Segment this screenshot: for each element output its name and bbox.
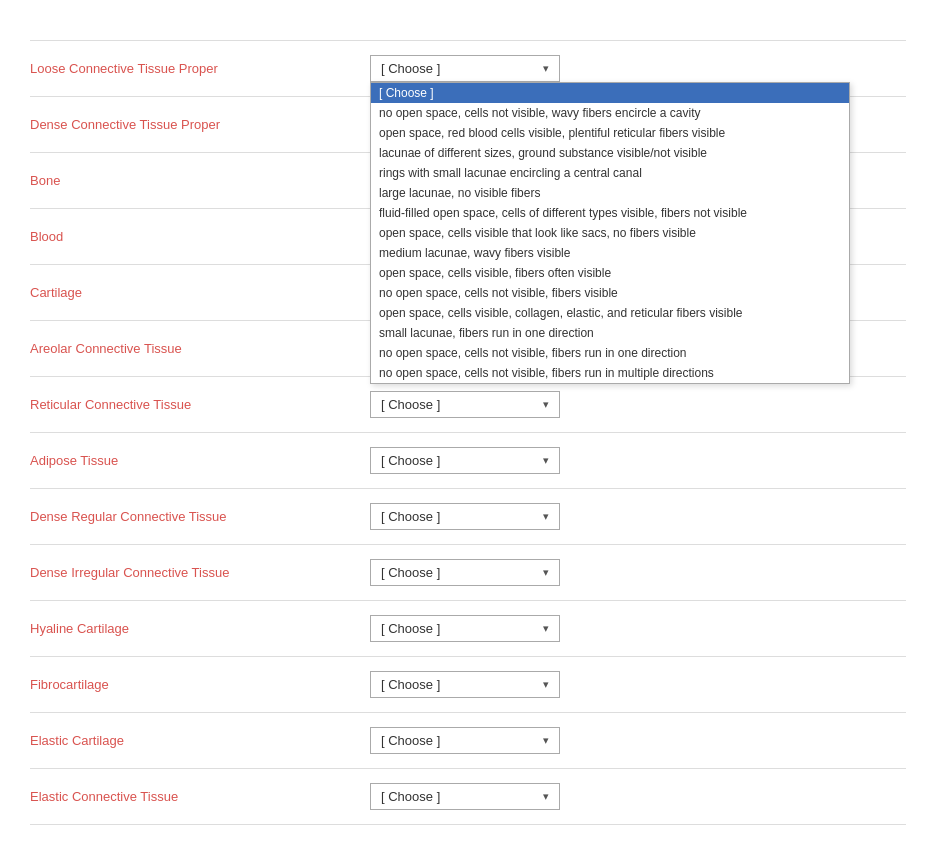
row-label: Elastic Cartilage <box>30 733 370 748</box>
row-label: Adipose Tissue <box>30 453 370 468</box>
dropdown-button-adipose-tissue[interactable]: [ Choose ] ▾ <box>370 447 560 474</box>
dropdown-wrapper: [ Choose ] ▾ <box>370 783 560 810</box>
row-label: Dense Regular Connective Tissue <box>30 509 370 524</box>
row-label: Dense Irregular Connective Tissue <box>30 565 370 580</box>
dropdown-option[interactable]: fluid-filled open space, cells of differ… <box>371 203 849 223</box>
dropdown-option[interactable]: no open space, cells not visible, fibers… <box>371 343 849 363</box>
dropdown-option[interactable]: open space, cells visible, fibers often … <box>371 263 849 283</box>
row-label: Loose Connective Tissue Proper <box>30 61 370 76</box>
match-row: Elastic Connective Tissue [ Choose ] ▾ <box>30 768 906 825</box>
chevron-down-icon: ▾ <box>543 734 549 747</box>
chevron-down-icon: ▾ <box>543 622 549 635</box>
dropdown-selected-text: [ Choose ] <box>381 397 440 412</box>
dropdown-selected-text: [ Choose ] <box>381 509 440 524</box>
dropdown-option[interactable]: medium lacunae, wavy fibers visible <box>371 243 849 263</box>
chevron-down-icon: ▾ <box>543 510 549 523</box>
row-label: Cartilage <box>30 285 370 300</box>
dropdown-selected-text: [ Choose ] <box>381 733 440 748</box>
chevron-down-icon: ▾ <box>543 566 549 579</box>
match-row: Reticular Connective Tissue [ Choose ] ▾ <box>30 376 906 432</box>
dropdown-wrapper: [ Choose ] ▾ <box>370 671 560 698</box>
match-row: Adipose Tissue [ Choose ] ▾ <box>30 432 906 488</box>
dropdown-wrapper: [ Choose ] ▾ <box>370 503 560 530</box>
match-row: Fibrocartilage [ Choose ] ▾ <box>30 656 906 712</box>
dropdown-button-elastic-connective-tissue[interactable]: [ Choose ] ▾ <box>370 783 560 810</box>
dropdown-option[interactable]: no open space, cells not visible, fibers… <box>371 363 849 383</box>
dropdown-option[interactable]: small lacunae, fibers run in one directi… <box>371 323 849 343</box>
dropdown-selected-text: [ Choose ] <box>381 565 440 580</box>
dropdown-wrapper: [ Choose ]▾[ Choose ]no open space, cell… <box>370 55 560 82</box>
dropdown-option[interactable]: large lacunae, no visible fibers <box>371 183 849 203</box>
chevron-down-icon: ▾ <box>543 678 549 691</box>
dropdown-wrapper: [ Choose ] ▾ <box>370 559 560 586</box>
dropdown-selected-text: [ Choose ] <box>381 61 440 76</box>
row-label: Bone <box>30 173 370 188</box>
dropdown-wrapper: [ Choose ] ▾ <box>370 391 560 418</box>
row-label: Elastic Connective Tissue <box>30 789 370 804</box>
chevron-down-icon: ▾ <box>543 62 549 75</box>
dropdown-option[interactable]: rings with small lacunae encircling a ce… <box>371 163 849 183</box>
dropdown-option[interactable]: [ Choose ] <box>371 83 849 103</box>
dropdown-options-list: [ Choose ]no open space, cells not visib… <box>370 82 850 384</box>
dropdown-option[interactable]: open space, red blood cells visible, ple… <box>371 123 849 143</box>
row-label: Blood <box>30 229 370 244</box>
dropdown-option[interactable]: open space, cells visible, collagen, ela… <box>371 303 849 323</box>
row-label: Hyaline Cartilage <box>30 621 370 636</box>
dropdown-option[interactable]: lacunae of different sizes, ground subst… <box>371 143 849 163</box>
match-row: Dense Regular Connective Tissue[ Choose … <box>30 488 906 544</box>
page-container: Loose Connective Tissue Proper[ Choose ]… <box>30 40 906 825</box>
dropdown-selected-text: [ Choose ] <box>381 453 440 468</box>
row-label: Dense Connective Tissue Proper <box>30 117 370 132</box>
match-row: Elastic Cartilage [ Choose ] ▾ <box>30 712 906 768</box>
dropdown-selected-text: [ Choose ] <box>381 621 440 636</box>
dropdown-button-hyaline-cartilage[interactable]: [ Choose ] ▾ <box>370 615 560 642</box>
dropdown-wrapper: [ Choose ] ▾ <box>370 727 560 754</box>
chevron-down-icon: ▾ <box>543 454 549 467</box>
dropdown-wrapper: [ Choose ] ▾ <box>370 615 560 642</box>
dropdown-selected-text: [ Choose ] <box>381 789 440 804</box>
dropdown-option[interactable]: no open space, cells not visible, wavy f… <box>371 103 849 123</box>
dropdown-button-reticular-connective-tissue[interactable]: [ Choose ] ▾ <box>370 391 560 418</box>
dropdown-button-dense-regular-connective-tissue[interactable]: [ Choose ] ▾ <box>370 503 560 530</box>
dropdown-button-loose-connective-tissue-proper[interactable]: [ Choose ] ▾ <box>370 55 560 82</box>
dropdown-button-fibrocartilage[interactable]: [ Choose ] ▾ <box>370 671 560 698</box>
dropdown-wrapper: [ Choose ] ▾ <box>370 447 560 474</box>
row-label: Fibrocartilage <box>30 677 370 692</box>
chevron-down-icon: ▾ <box>543 790 549 803</box>
rows-container: Loose Connective Tissue Proper[ Choose ]… <box>30 40 906 825</box>
dropdown-selected-text: [ Choose ] <box>381 677 440 692</box>
dropdown-button-dense-irregular-connective-tissue[interactable]: [ Choose ] ▾ <box>370 559 560 586</box>
row-label: Areolar Connective Tissue <box>30 341 370 356</box>
match-row: Hyaline Cartilage [ Choose ] ▾ <box>30 600 906 656</box>
dropdown-option[interactable]: open space, cells visible that look like… <box>371 223 849 243</box>
match-row: Loose Connective Tissue Proper[ Choose ]… <box>30 40 906 96</box>
dropdown-button-elastic-cartilage[interactable]: [ Choose ] ▾ <box>370 727 560 754</box>
row-label: Reticular Connective Tissue <box>30 397 370 412</box>
dropdown-option[interactable]: no open space, cells not visible, fibers… <box>371 283 849 303</box>
match-row: Dense Irregular Connective Tissue[ Choos… <box>30 544 906 600</box>
chevron-down-icon: ▾ <box>543 398 549 411</box>
